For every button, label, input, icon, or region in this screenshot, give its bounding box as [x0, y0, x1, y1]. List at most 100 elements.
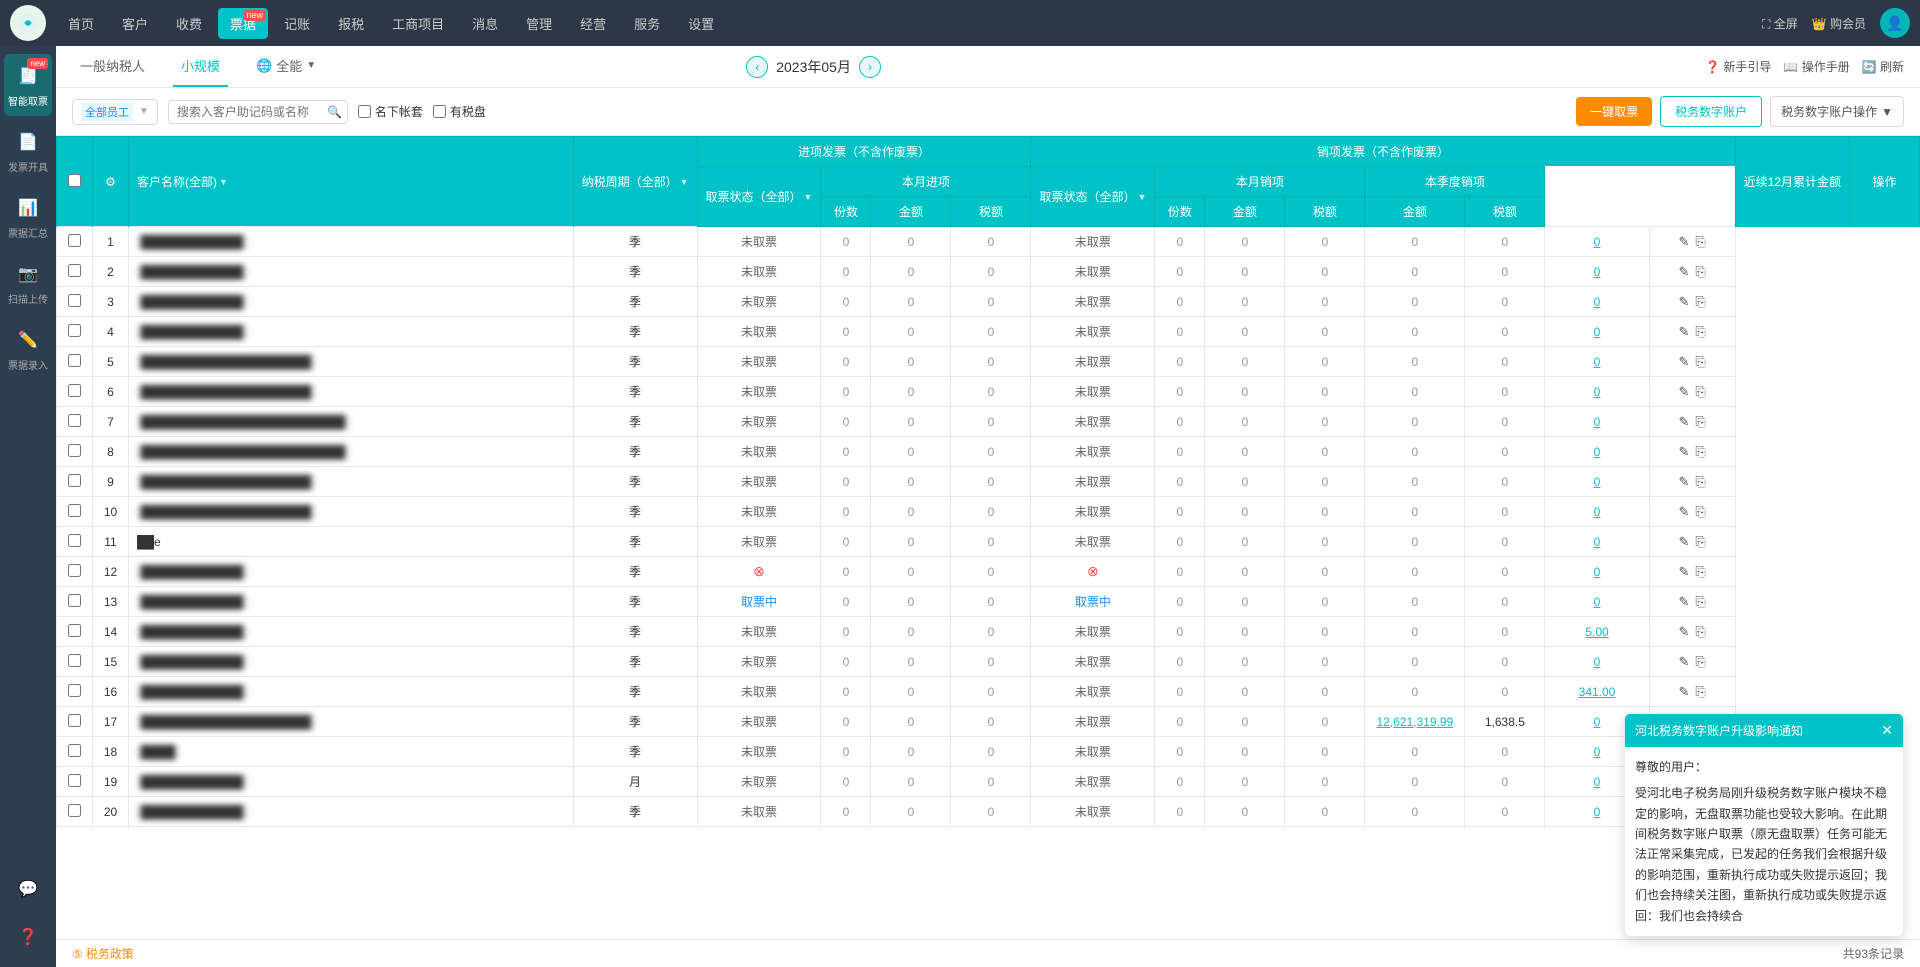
row-checkbox[interactable] — [57, 557, 93, 587]
nav-messages[interactable]: 消息 — [460, 8, 510, 39]
row-customer-name[interactable]: ████████████████████ — [129, 707, 574, 737]
search-input[interactable] — [168, 100, 348, 124]
row-customer-name[interactable]: ████ — [129, 737, 574, 767]
row-customer-name[interactable]: ████████████ — [129, 677, 574, 707]
row-checkbox[interactable] — [57, 497, 93, 527]
nav-manage[interactable]: 管理 — [514, 8, 564, 39]
copy-icon[interactable]: ⎘ — [1695, 624, 1705, 640]
copy-icon[interactable]: ⎘ — [1695, 474, 1705, 490]
row-checkbox[interactable] — [57, 257, 93, 287]
has-tax-disk-checkbox[interactable]: 有税盘 — [433, 103, 486, 120]
nav-ticket[interactable]: 票据 new — [218, 8, 268, 39]
row-checkbox[interactable] — [57, 377, 93, 407]
row-customer-name[interactable]: ████████████ — [129, 317, 574, 347]
member-btn[interactable]: 👑 购会员 — [1812, 15, 1866, 32]
row-checkbox[interactable] — [57, 617, 93, 647]
copy-icon[interactable]: ⎘ — [1695, 684, 1705, 700]
row-checkbox[interactable] — [57, 437, 93, 467]
row-checkbox[interactable] — [57, 347, 93, 377]
row-checkbox[interactable] — [57, 647, 93, 677]
tab-small-scale[interactable]: 小规模 — [173, 46, 228, 87]
copy-icon[interactable]: ⎘ — [1695, 324, 1705, 340]
row-customer-name[interactable]: ████████████ — [129, 647, 574, 677]
copy-icon[interactable]: ⎘ — [1695, 264, 1705, 280]
user-avatar[interactable]: 👤 — [1880, 8, 1910, 38]
row-checkbox[interactable] — [57, 767, 93, 797]
under-account-input[interactable] — [358, 105, 371, 118]
nav-bookkeeping[interactable]: 记账 — [272, 8, 322, 39]
row-customer-name[interactable]: ████████████████████ — [129, 377, 574, 407]
row-customer-name[interactable]: ████████████████████ — [129, 347, 574, 377]
edit-icon[interactable]: ✎ — [1678, 504, 1689, 520]
nav-fee[interactable]: 收费 — [164, 8, 214, 39]
incoming-status-filter[interactable]: 取票状态（全部） ▼ — [706, 188, 813, 205]
copy-icon[interactable]: ⎘ — [1695, 294, 1705, 310]
row-customer-name[interactable]: ████████████████████ — [129, 467, 574, 497]
digital-account-dropdown-btn[interactable]: 税务数字账户操作 ▼ — [1770, 96, 1904, 127]
row-customer-name[interactable]: ████████████████████ — [129, 497, 574, 527]
nav-business[interactable]: 工商项目 — [380, 8, 456, 39]
sidebar-item-ticket-summary[interactable]: 📊 票据汇总 — [4, 186, 52, 248]
row-checkbox[interactable] — [57, 407, 93, 437]
edit-icon[interactable]: ✎ — [1678, 474, 1689, 490]
edit-icon[interactable]: ✎ — [1678, 384, 1689, 400]
row-checkbox[interactable] — [57, 467, 93, 497]
edit-icon[interactable]: ✎ — [1678, 324, 1689, 340]
sidebar-item-smart-ticket[interactable]: 🧾 智能取票 new — [4, 54, 52, 116]
row-customer-name[interactable]: ████████████ — [129, 557, 574, 587]
row-customer-name[interactable]: ████████████ — [129, 287, 574, 317]
copy-icon[interactable]: ⎘ — [1695, 654, 1705, 670]
copy-icon[interactable]: ⎘ — [1695, 594, 1705, 610]
edit-icon[interactable]: ✎ — [1678, 624, 1689, 640]
prev-month-btn[interactable]: ‹ — [746, 56, 768, 78]
nav-client[interactable]: 客户 — [110, 8, 160, 39]
employee-select[interactable]: 全部员工 ▼ — [72, 99, 158, 125]
copy-icon[interactable]: ⎘ — [1695, 444, 1705, 460]
select-all-checkbox[interactable] — [68, 174, 81, 187]
cycle-filter[interactable]: 纳税周期（全部） ▼ — [582, 173, 689, 190]
row-checkbox[interactable] — [57, 317, 93, 347]
next-month-btn[interactable]: › — [859, 56, 881, 78]
edit-icon[interactable]: ✎ — [1678, 354, 1689, 370]
row-checkbox[interactable] — [57, 707, 93, 737]
row-checkbox[interactable] — [57, 677, 93, 707]
one-click-ticket-btn[interactable]: 一键取票 — [1576, 97, 1652, 126]
row-customer-name[interactable]: ████████████ — [129, 227, 574, 257]
row-checkbox[interactable] — [57, 227, 93, 257]
nav-operation[interactable]: 经营 — [568, 8, 618, 39]
copy-icon[interactable]: ⎘ — [1695, 534, 1705, 550]
edit-icon[interactable]: ✎ — [1678, 594, 1689, 610]
row-checkbox[interactable] — [57, 797, 93, 827]
row-checkbox[interactable] — [57, 587, 93, 617]
has-tax-disk-input[interactable] — [433, 105, 446, 118]
row-customer-name[interactable]: ██e — [129, 527, 574, 557]
row-checkbox[interactable] — [57, 287, 93, 317]
manual-btn[interactable]: 📖 操作手册 — [1783, 58, 1849, 75]
edit-icon[interactable]: ✎ — [1678, 564, 1689, 580]
digital-account-btn[interactable]: 税务数字账户 — [1660, 96, 1762, 127]
outgoing-status-filter[interactable]: 取票状态（全部） ▼ — [1039, 188, 1146, 205]
fullscreen-btn[interactable]: ⛶ 全屏 — [1762, 15, 1798, 32]
notification-close-btn[interactable]: ✕ — [1881, 722, 1893, 739]
tax-policy-link[interactable]: ⑤ 税务政策 — [72, 945, 134, 962]
edit-icon[interactable]: ✎ — [1678, 234, 1689, 250]
sidebar-item-message[interactable]: 💬 — [4, 867, 52, 911]
under-account-checkbox[interactable]: 名下帐套 — [358, 103, 423, 120]
nav-tax[interactable]: 报税 — [326, 8, 376, 39]
row-customer-name[interactable]: ████████████████████████ — [129, 407, 574, 437]
new-guide-btn[interactable]: ❓ 新手引导 — [1705, 58, 1771, 75]
edit-icon[interactable]: ✎ — [1678, 264, 1689, 280]
sidebar-item-scan-upload[interactable]: 📷 扫描上传 — [4, 252, 52, 314]
edit-icon[interactable]: ✎ — [1678, 654, 1689, 670]
nav-service[interactable]: 服务 — [622, 8, 672, 39]
row-customer-name[interactable]: ████████████ — [129, 767, 574, 797]
row-customer-name[interactable]: ████████████████████████ — [129, 437, 574, 467]
row-customer-name[interactable]: ████████████ — [129, 797, 574, 827]
row-customer-name[interactable]: ████████████ — [129, 257, 574, 287]
row-customer-name[interactable]: ████████████ — [129, 587, 574, 617]
copy-icon[interactable]: ⎘ — [1695, 504, 1705, 520]
tab-general-taxpayer[interactable]: 一般纳税人 — [72, 46, 153, 87]
edit-icon[interactable]: ✎ — [1678, 534, 1689, 550]
row-checkbox[interactable] — [57, 527, 93, 557]
copy-icon[interactable]: ⎘ — [1695, 384, 1705, 400]
